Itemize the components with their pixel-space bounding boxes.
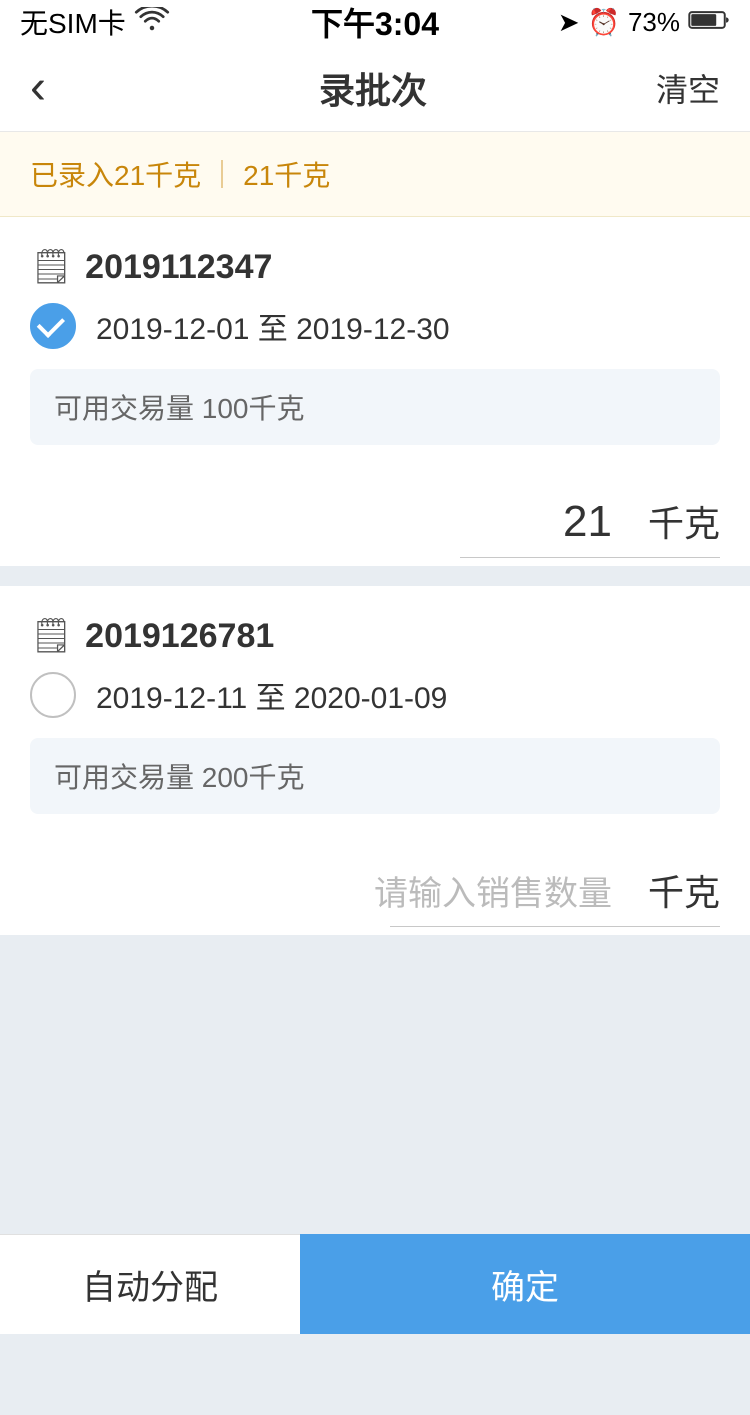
qty-unit-2: 千克 (648, 864, 720, 916)
qty-display-1: 21 千克 (563, 495, 720, 547)
bottom-buttons: 自动分配 确定 (0, 1234, 750, 1334)
batch-item-1: 🗒 2019112347 2019-12-01 至 2019-12-30 可用交… (0, 217, 750, 475)
batch-item-2: 🗒 2019126781 2019-12-11 至 2020-01-09 可用交… (0, 586, 750, 844)
info-banner: 已录入21千克 21千克 (0, 132, 750, 217)
batch-id-1: 2019112347 (85, 248, 272, 287)
batch-date-row-2[interactable]: 2019-12-11 至 2020-01-09 (30, 672, 720, 718)
qty-row-2: 请输入销售数量 千克 (0, 844, 750, 935)
battery-label: 73% (628, 7, 680, 38)
available-qty-bar-1: 可用交易量 100千克 (30, 369, 720, 445)
radio-2[interactable] (30, 672, 76, 718)
total-label: 21千克 (243, 154, 330, 194)
qty-underline-2 (390, 926, 720, 927)
recorded-label: 已录入21千克 (30, 154, 201, 194)
back-button[interactable]: ‹ (30, 60, 90, 115)
available-qty-text-2: 可用交易量 200千克 (54, 762, 305, 793)
available-qty-bar-2: 可用交易量 200千克 (30, 738, 720, 814)
batch-date-1: 2019-12-01 至 2019-12-30 (96, 304, 450, 348)
nav-bar: ‹ 录批次 清空 (0, 44, 750, 132)
status-left: 无SIM卡 (20, 2, 170, 42)
batch-date-row-1[interactable]: 2019-12-01 至 2019-12-30 (30, 303, 720, 349)
qty-underline-1 (460, 557, 720, 558)
available-qty-text-1: 可用交易量 100千克 (54, 393, 305, 424)
bottom-spacer (0, 935, 750, 1415)
clear-button[interactable]: 清空 (656, 65, 720, 111)
alarm-icon: ⏰ (588, 7, 620, 38)
status-time: 下午3:04 (311, 0, 439, 45)
network-label: 无SIM卡 (20, 2, 126, 42)
batch-header-1: 🗒 2019112347 (30, 247, 720, 287)
qty-unit-1: 千克 (648, 495, 720, 547)
status-right: ➤ ⏰ 73% (558, 7, 730, 38)
auto-distribute-button[interactable]: 自动分配 (0, 1234, 300, 1334)
qty-display-2: 请输入销售数量 千克 (374, 864, 720, 916)
batch-date-2: 2019-12-11 至 2020-01-09 (96, 673, 447, 717)
location-icon: ➤ (558, 7, 580, 38)
batch-icon-1: 🗒 (30, 247, 73, 287)
confirm-button[interactable]: 确定 (300, 1234, 750, 1334)
batch-icon-2: 🗒 (30, 616, 73, 656)
battery-icon (688, 7, 730, 38)
qty-placeholder-2[interactable]: 请输入销售数量 (374, 866, 612, 915)
banner-divider (221, 160, 223, 188)
radio-1[interactable] (30, 303, 76, 349)
qty-value-1[interactable]: 21 (563, 497, 612, 547)
qty-row-1: 21 千克 (0, 475, 750, 566)
page-title: 录批次 (319, 62, 427, 114)
section-separator (0, 566, 750, 586)
batch-id-2: 2019126781 (85, 617, 274, 656)
wifi-icon (134, 6, 170, 38)
status-bar: 无SIM卡 下午3:04 ➤ ⏰ 73% (0, 0, 750, 44)
batch-header-2: 🗒 2019126781 (30, 616, 720, 656)
